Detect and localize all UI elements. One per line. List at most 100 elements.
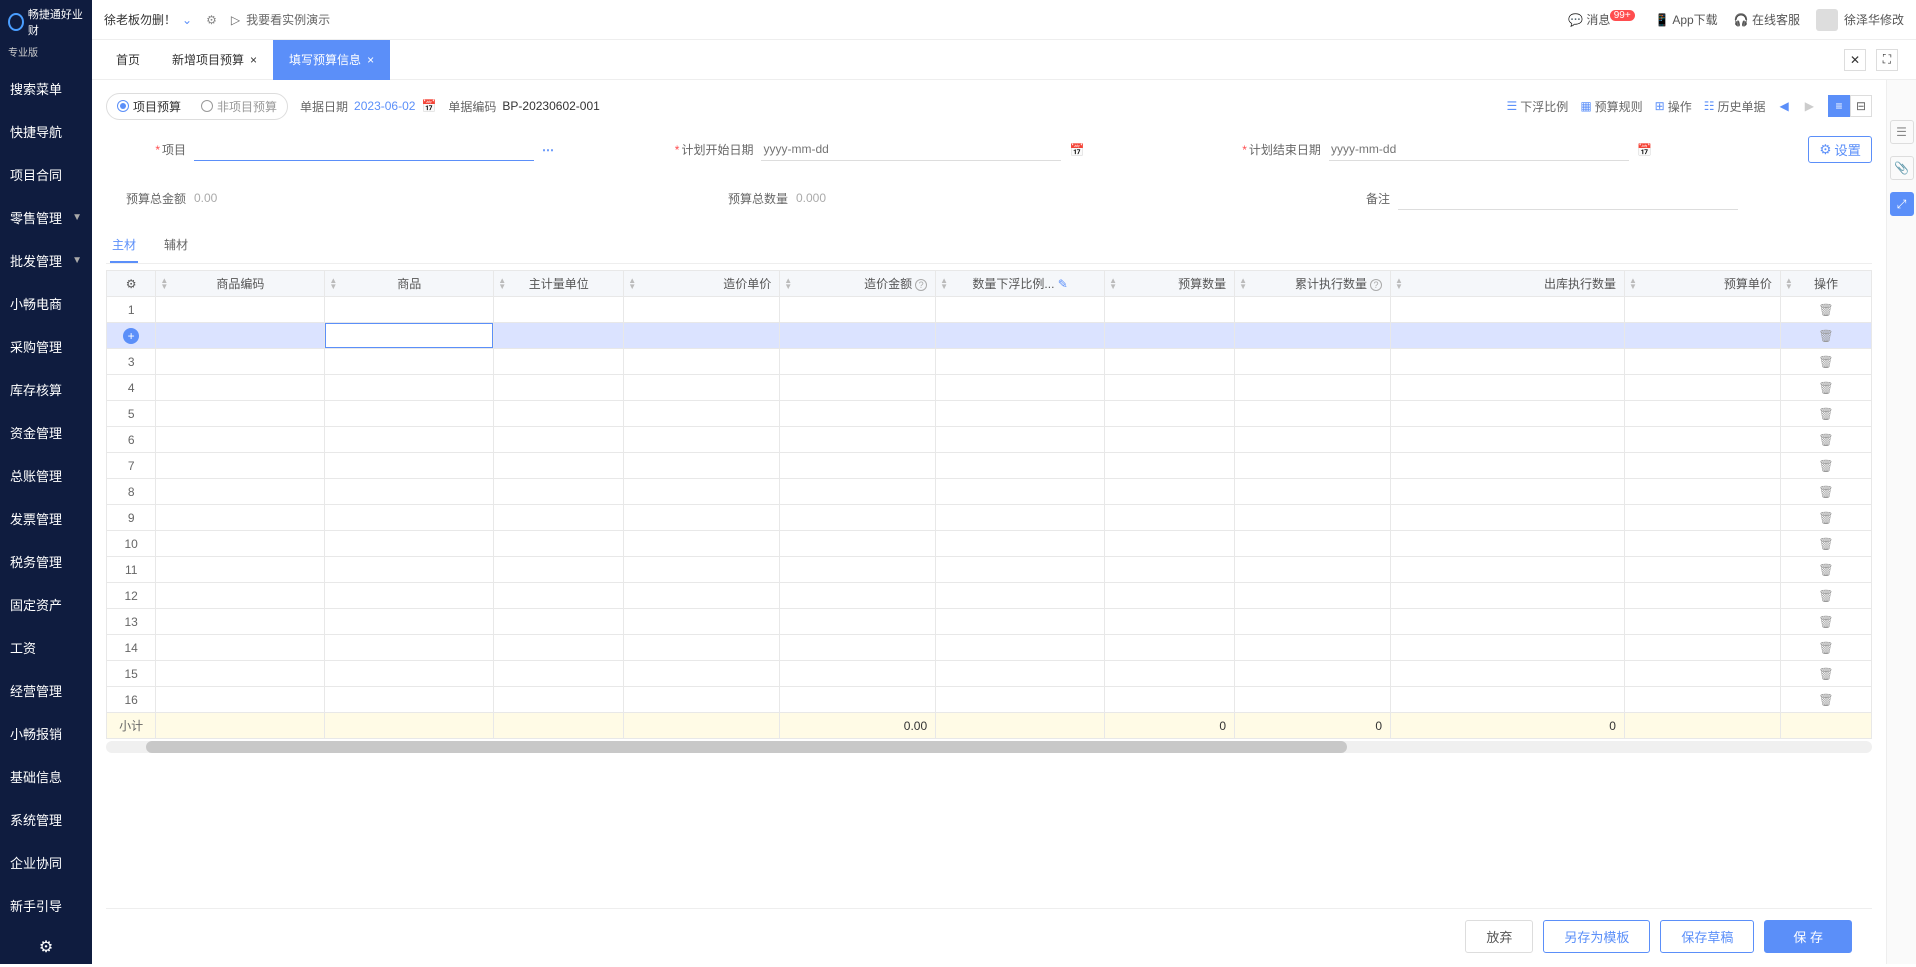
- delete-icon[interactable]: 🗑: [1818, 641, 1833, 655]
- horizontal-scrollbar[interactable]: [106, 741, 1872, 753]
- sidebar-item[interactable]: 工资: [0, 626, 92, 669]
- page-tab[interactable]: 新增项目预算×: [156, 40, 273, 80]
- sidebar-item[interactable]: 小畅报销: [0, 712, 92, 755]
- sort-icon[interactable]: ▲▼: [329, 278, 337, 290]
- rail-expand-button[interactable]: ⤢: [1890, 192, 1914, 216]
- doc-date-value[interactable]: 2023-06-02: [354, 99, 415, 113]
- tab-aux-material[interactable]: 辅材: [162, 228, 190, 263]
- table-row[interactable]: 4🗑: [107, 375, 1872, 401]
- sort-icon[interactable]: ▲▼: [498, 278, 506, 290]
- edit-icon[interactable]: ✎: [1058, 277, 1068, 291]
- page-tab[interactable]: 首页: [100, 40, 156, 80]
- calendar-icon[interactable]: 📅: [1637, 143, 1652, 157]
- sidebar-item[interactable]: 税务管理: [0, 540, 92, 583]
- table-row[interactable]: 13🗑: [107, 609, 1872, 635]
- column-header[interactable]: 累计执行数量: [1295, 277, 1367, 291]
- delete-icon[interactable]: 🗑: [1818, 355, 1833, 369]
- remark-input[interactable]: [1398, 187, 1738, 210]
- help-icon[interactable]: ?: [915, 279, 927, 291]
- column-header[interactable]: 预算单价: [1724, 277, 1772, 291]
- radio-non-project-budget[interactable]: 非项目预算: [191, 94, 287, 119]
- sort-icon[interactable]: ▲▼: [1109, 278, 1117, 290]
- table-row[interactable]: 5🗑: [107, 401, 1872, 427]
- close-icon[interactable]: ×: [250, 53, 257, 67]
- plan-end-input[interactable]: [1329, 138, 1629, 161]
- save-template-button[interactable]: 另存为模板: [1543, 920, 1650, 953]
- table-row[interactable]: 10🗑: [107, 531, 1872, 557]
- column-header[interactable]: 造价单价: [723, 277, 771, 291]
- app-download-link[interactable]: 📱 App下载: [1655, 11, 1718, 28]
- sort-icon[interactable]: ▲▼: [940, 278, 948, 290]
- sort-icon[interactable]: ▲▼: [1785, 278, 1793, 290]
- tab-main-material[interactable]: 主材: [110, 228, 138, 263]
- online-service-link[interactable]: 🎧 在线客服: [1734, 11, 1800, 28]
- sidebar-item[interactable]: 固定资产: [0, 583, 92, 626]
- column-header[interactable]: 出库执行数量: [1544, 277, 1616, 291]
- rail-attachment-button[interactable]: 📎: [1890, 156, 1914, 180]
- table-row[interactable]: 12🗑: [107, 583, 1872, 609]
- fullscreen-button[interactable]: ⛶: [1876, 49, 1898, 71]
- account-selector[interactable]: 徐老板勿删！ ⌄: [104, 11, 192, 28]
- delete-icon[interactable]: 🗑: [1818, 667, 1833, 681]
- table-row[interactable]: 11🗑: [107, 557, 1872, 583]
- gear-icon[interactable]: ⚙: [206, 13, 217, 27]
- sort-icon[interactable]: ▲▼: [160, 278, 168, 290]
- delete-icon[interactable]: 🗑: [1818, 485, 1833, 499]
- table-row[interactable]: 3🗑: [107, 349, 1872, 375]
- column-header[interactable]: 商品: [397, 277, 421, 291]
- table-row[interactable]: 1🗑: [107, 297, 1872, 323]
- delete-icon[interactable]: 🗑: [1818, 537, 1833, 551]
- column-header[interactable]: 主计量单位: [529, 277, 589, 291]
- cell-editor[interactable]: [325, 323, 493, 348]
- column-header[interactable]: 数量下浮比例...: [972, 277, 1054, 291]
- sidebar-item[interactable]: 发票管理: [0, 497, 92, 540]
- help-icon[interactable]: ?: [1370, 279, 1382, 291]
- column-header[interactable]: 操作: [1814, 277, 1838, 291]
- delete-icon[interactable]: 🗑: [1818, 303, 1833, 317]
- settings-button[interactable]: ⚙设置: [1808, 136, 1872, 163]
- sidebar-item[interactable]: 总账管理: [0, 454, 92, 497]
- delete-icon[interactable]: 🗑: [1818, 563, 1833, 577]
- delete-icon[interactable]: 🗑: [1818, 329, 1833, 343]
- sidebar-item[interactable]: 项目合同: [0, 153, 92, 196]
- table-row[interactable]: 16🗑: [107, 687, 1872, 713]
- view-card-button[interactable]: ⊟: [1850, 95, 1872, 117]
- sidebar-item[interactable]: 基础信息: [0, 755, 92, 798]
- sidebar-item[interactable]: 经营管理: [0, 669, 92, 712]
- column-header[interactable]: 商品编码: [216, 277, 264, 291]
- table-row[interactable]: 6🗑: [107, 427, 1872, 453]
- column-header[interactable]: 预算数量: [1178, 277, 1226, 291]
- rail-notes-button[interactable]: ☰: [1890, 120, 1914, 144]
- delete-icon[interactable]: 🗑: [1818, 589, 1833, 603]
- sort-icon[interactable]: ▲▼: [628, 278, 636, 290]
- prev-doc-button[interactable]: ◀: [1778, 99, 1791, 113]
- save-draft-button[interactable]: 保存草稿: [1660, 920, 1754, 953]
- calendar-icon[interactable]: 📅: [1069, 143, 1084, 157]
- table-row[interactable]: 7🗑: [107, 453, 1872, 479]
- sidebar-item[interactable]: 新手引导: [0, 884, 92, 927]
- table-row[interactable]: 15🗑: [107, 661, 1872, 687]
- sort-icon[interactable]: ▲▼: [1629, 278, 1637, 290]
- add-row-button[interactable]: +: [123, 328, 139, 344]
- operations-link[interactable]: ⊞操作: [1655, 98, 1692, 115]
- sidebar-item[interactable]: 搜索菜单: [0, 67, 92, 110]
- close-all-tabs-button[interactable]: ✕: [1844, 49, 1866, 71]
- project-lookup-button[interactable]: ⋯: [542, 143, 554, 157]
- delete-icon[interactable]: 🗑: [1818, 381, 1833, 395]
- sidebar-item[interactable]: 批发管理▼: [0, 239, 92, 282]
- sidebar-item[interactable]: 采购管理: [0, 325, 92, 368]
- calendar-icon[interactable]: 📅: [421, 99, 436, 113]
- radio-project-budget[interactable]: 项目预算: [107, 94, 191, 119]
- sort-icon[interactable]: ▲▼: [1395, 278, 1403, 290]
- project-input[interactable]: [194, 138, 534, 161]
- sidebar-item[interactable]: 小畅电商: [0, 282, 92, 325]
- sidebar-item[interactable]: 企业协同: [0, 841, 92, 884]
- demo-link[interactable]: ▷ 我要看实例演示: [231, 11, 330, 28]
- sort-icon[interactable]: ▲▼: [1239, 278, 1247, 290]
- float-ratio-link[interactable]: ☰下浮比例: [1507, 98, 1569, 115]
- sort-icon[interactable]: ▲▼: [784, 278, 792, 290]
- page-tab[interactable]: 填写预算信息×: [273, 40, 390, 80]
- sidebar-item[interactable]: 系统管理: [0, 798, 92, 841]
- delete-icon[interactable]: 🗑: [1818, 433, 1833, 447]
- sidebar-item[interactable]: 库存核算: [0, 368, 92, 411]
